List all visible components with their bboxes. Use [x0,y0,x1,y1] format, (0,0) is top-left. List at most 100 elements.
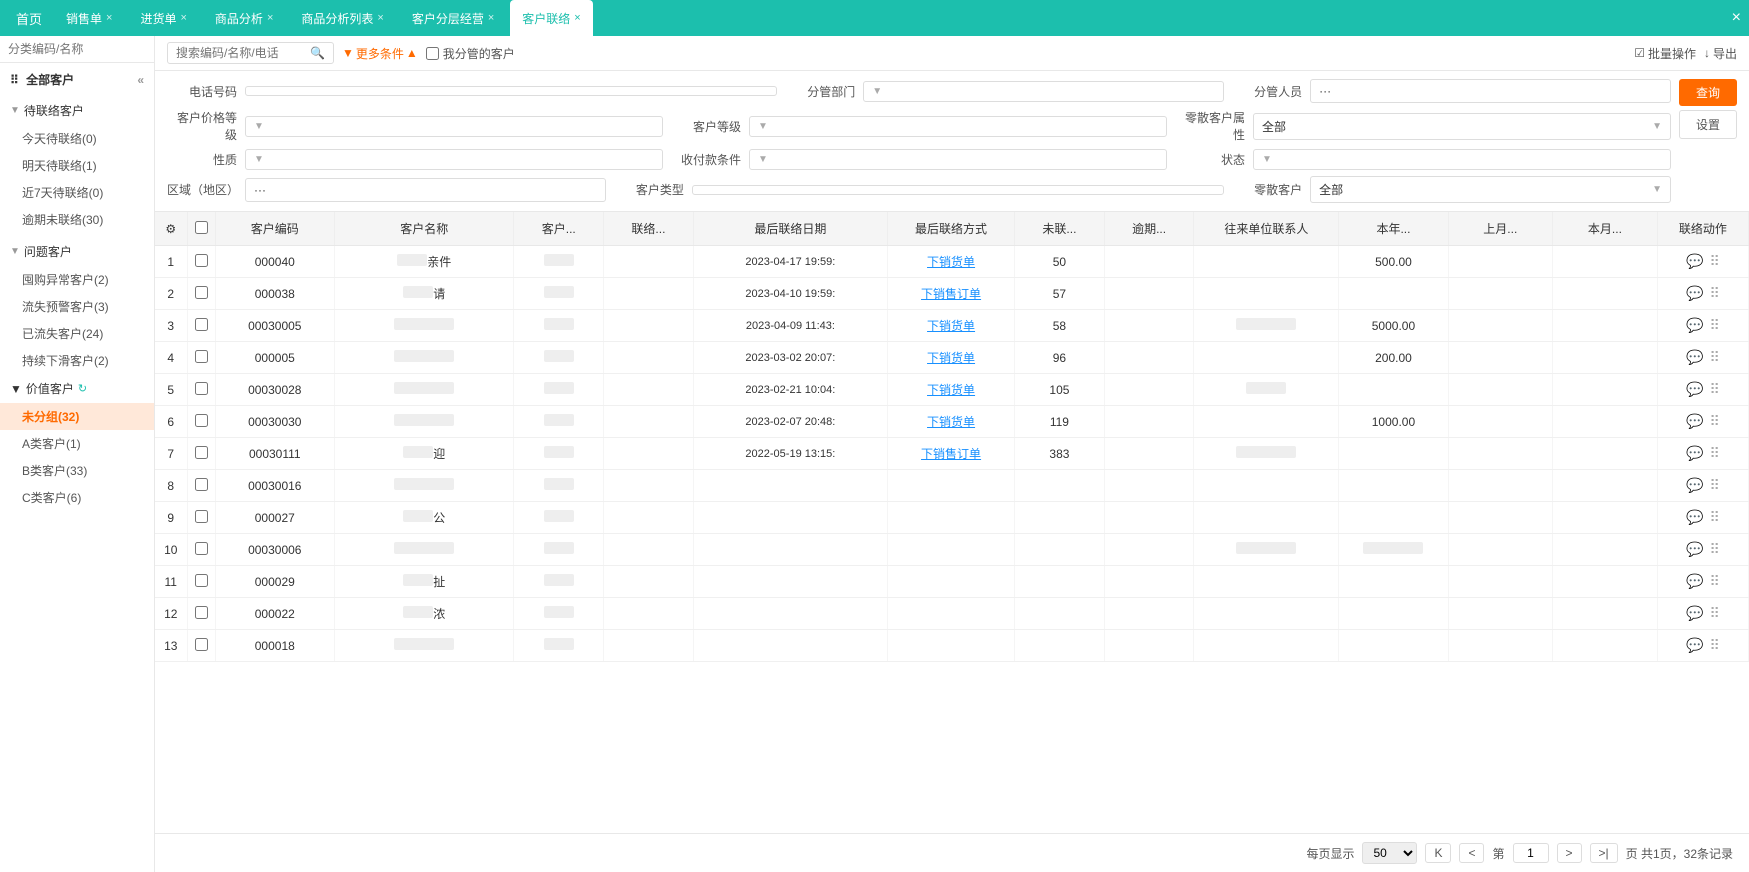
row-checkbox[interactable] [195,574,208,587]
next-page-button[interactable]: > [1557,843,1582,863]
last-page-button[interactable]: >| [1590,843,1618,863]
retail-attr-input[interactable]: 全部 ▼ [1253,113,1671,140]
th-checkbox[interactable] [187,212,215,246]
last-way-link[interactable]: 下销货单 [927,415,975,429]
more-action-icon[interactable]: ⠿ [1709,349,1719,366]
more-action-icon[interactable]: ⠿ [1709,413,1719,430]
row-checkbox[interactable] [195,382,208,395]
sidebar-item-declining[interactable]: 持续下滑客户(2) [0,347,154,374]
select-all-checkbox[interactable] [195,221,208,234]
sidebar-item-ungroup[interactable]: 未分组(32) [0,403,154,430]
export-button[interactable]: ↓ 导出 [1704,45,1737,62]
close-icon[interactable]: × [180,12,186,24]
close-icon[interactable]: × [377,12,383,24]
cell-checkbox[interactable] [187,310,215,342]
th-settings[interactable]: ⚙ [155,212,187,246]
sidebar-item-7days[interactable]: 近7天待联络(0) [0,179,154,206]
row-checkbox[interactable] [195,542,208,555]
more-action-icon[interactable]: ⠿ [1709,605,1719,622]
more-action-icon[interactable]: ⠿ [1709,253,1719,270]
more-action-icon[interactable]: ⠿ [1709,445,1719,462]
nav-tab-customer-segment[interactable]: 客户分层经营 × [400,0,506,36]
last-way-link[interactable]: 下销售订单 [921,447,981,461]
chat-icon[interactable]: 💬 [1686,413,1703,430]
chat-icon[interactable]: 💬 [1686,637,1703,654]
more-action-icon[interactable]: ⠿ [1709,477,1719,494]
row-checkbox[interactable] [195,638,208,651]
phone-input[interactable] [245,86,777,96]
cell-checkbox[interactable] [187,278,215,310]
main-search-input[interactable] [176,46,306,60]
cell-checkbox[interactable] [187,438,215,470]
chat-icon[interactable]: 💬 [1686,445,1703,462]
cell-checkbox[interactable] [187,598,215,630]
cell-checkbox[interactable] [187,374,215,406]
price-level-input[interactable]: ▼ [245,116,663,137]
chat-icon[interactable]: 💬 [1686,349,1703,366]
last-way-link[interactable]: 下销货单 [927,319,975,333]
sidebar-problem-title[interactable]: ▼ 问题客户 [0,237,154,266]
more-action-icon[interactable]: ⠿ [1709,573,1719,590]
nav-tab-sales[interactable]: 销售单 × [54,0,124,36]
reset-button[interactable]: 设置 [1679,110,1737,139]
more-action-icon[interactable]: ⠿ [1709,637,1719,654]
chat-icon[interactable]: 💬 [1686,509,1703,526]
more-action-icon[interactable]: ⠿ [1709,381,1719,398]
level-input[interactable]: ▼ [749,116,1167,137]
prev-page-button[interactable]: < [1459,843,1484,863]
sidebar-item-tomorrow[interactable]: 明天待联络(1) [0,152,154,179]
nav-tab-analysis[interactable]: 商品分析 × [203,0,285,36]
row-checkbox[interactable] [195,510,208,523]
sidebar-item-class-c[interactable]: C类客户(6) [0,484,154,511]
cell-checkbox[interactable] [187,630,215,662]
person-input[interactable]: ··· [1310,79,1671,103]
cell-checkbox[interactable] [187,470,215,502]
first-page-button[interactable]: K [1425,843,1451,863]
close-icon[interactable]: × [574,12,580,24]
cell-checkbox[interactable] [187,406,215,438]
customer-type-input[interactable] [692,185,1224,195]
more-conditions-button[interactable]: ▼ 更多条件 ▲ [342,45,418,62]
row-checkbox[interactable] [195,350,208,363]
page-input[interactable] [1513,843,1549,863]
cell-checkbox[interactable] [187,342,215,374]
more-action-icon[interactable]: ⠿ [1709,317,1719,334]
chat-icon[interactable]: 💬 [1686,285,1703,302]
more-action-icon[interactable]: ⠿ [1709,285,1719,302]
sidebar-item-abnormal[interactable]: 囤购异常客户(2) [0,266,154,293]
chat-icon[interactable]: 💬 [1686,381,1703,398]
last-way-link[interactable]: 下销货单 [927,255,975,269]
nav-home[interactable]: 首页 [8,5,50,32]
close-icon[interactable]: × [106,12,112,24]
last-way-link[interactable]: 下销售订单 [921,287,981,301]
cell-checkbox[interactable] [187,502,215,534]
chat-icon[interactable]: 💬 [1686,317,1703,334]
sidebar-item-class-a[interactable]: A类客户(1) [0,430,154,457]
last-way-link[interactable]: 下销货单 [927,351,975,365]
sidebar-all-customers[interactable]: ⠿ 全部客户 « [0,63,154,96]
chat-icon[interactable]: 💬 [1686,253,1703,270]
sidebar-item-class-b[interactable]: B类客户(33) [0,457,154,484]
dept-input[interactable]: ▼ [863,81,1224,102]
cell-checkbox[interactable] [187,246,215,278]
cell-checkbox[interactable] [187,534,215,566]
area-input[interactable]: ··· [245,178,606,202]
sidebar-search-input[interactable] [8,42,155,56]
sidebar-item-overdue[interactable]: 逾期未联络(30) [0,206,154,233]
query-button[interactable]: 查询 [1679,79,1737,106]
last-way-link[interactable]: 下销货单 [927,383,975,397]
payment-input[interactable]: ▼ [749,149,1167,170]
more-action-icon[interactable]: ⠿ [1709,509,1719,526]
status-input[interactable]: ▼ [1253,149,1671,170]
chat-icon[interactable]: 💬 [1686,573,1703,590]
nav-tab-analysis-list[interactable]: 商品分析列表 × [289,0,395,36]
sidebar-item-warn[interactable]: 流失预警客户(3) [0,293,154,320]
refresh-icon[interactable]: ↻ [78,382,87,395]
my-customers-checkbox[interactable] [426,47,439,60]
close-icon[interactable]: × [267,12,273,24]
sidebar-item-lost[interactable]: 已流失客户(24) [0,320,154,347]
nav-tab-purchase[interactable]: 进货单 × [128,0,198,36]
row-checkbox[interactable] [195,414,208,427]
search-icon[interactable]: 🔍 [310,46,325,60]
chat-icon[interactable]: 💬 [1686,541,1703,558]
